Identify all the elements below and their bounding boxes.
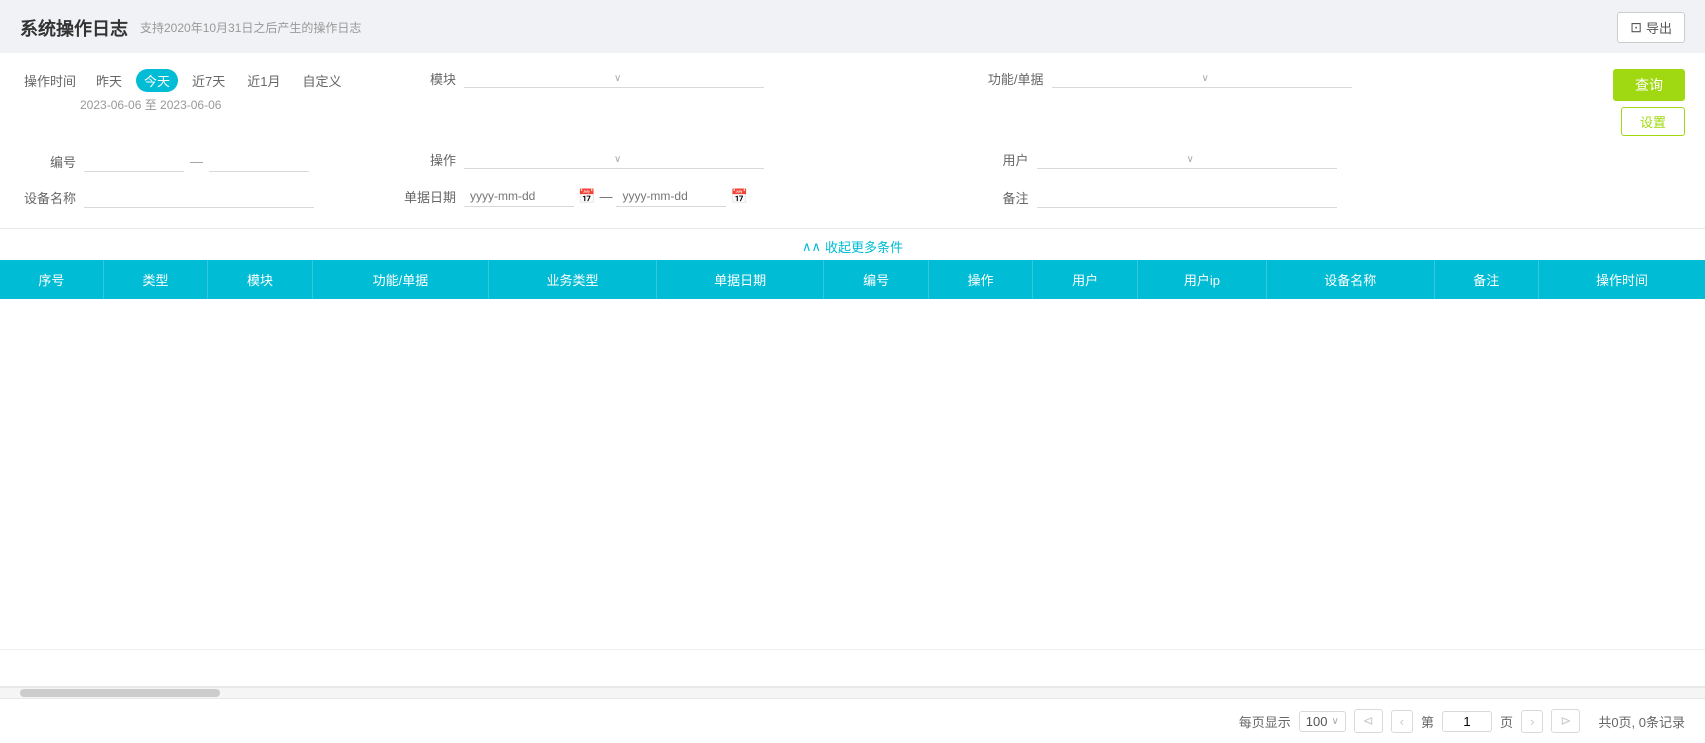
page-prev-button[interactable]: ‹ <box>1391 710 1413 733</box>
function-filter: 功能/单据 ∨ <box>988 69 1536 88</box>
col-function: 功能/单据 <box>312 260 488 299</box>
col-operation: 操作 <box>928 260 1032 299</box>
col-number: 编号 <box>824 260 928 299</box>
number-separator: — <box>190 154 203 169</box>
page-subtitle: 支持2020年10月31日之后产生的操作日志 <box>140 19 361 36</box>
per-page-label: 每页显示 <box>1239 712 1291 731</box>
col-biz-type: 业务类型 <box>489 260 657 299</box>
user-chevron-icon: ∨ <box>1187 154 1331 165</box>
col-user-ip: 用户ip <box>1137 260 1266 299</box>
time-btn-7days[interactable]: 近7天 <box>184 69 233 92</box>
date-dash: — <box>599 189 612 204</box>
header-left: 系统操作日志 支持2020年10月31日之后产生的操作日志 <box>20 15 361 41</box>
number-input-end[interactable] <box>209 150 309 172</box>
empty-cell <box>0 299 1705 649</box>
number-filter: 编号 — <box>20 150 360 172</box>
export-button[interactable]: ⊡ 导出 <box>1617 12 1685 43</box>
page-size-select[interactable]: 100 ∨ <box>1299 711 1346 732</box>
col-operation-time: 操作时间 <box>1539 260 1705 299</box>
operation-label: 操作 <box>400 150 456 169</box>
scrollbar-thumb[interactable] <box>20 689 220 697</box>
operation-select[interactable]: ∨ <box>464 151 764 169</box>
module-filter: 模块 ∨ <box>400 69 948 88</box>
date-end-input[interactable] <box>616 186 726 207</box>
function-select[interactable]: ∨ <box>1052 70 1352 88</box>
page-size-value: 100 <box>1306 714 1328 729</box>
remark-filter: 备注 <box>973 186 1506 208</box>
time-btn-1month[interactable]: 近1月 <box>239 69 288 92</box>
device-label: 设备名称 <box>20 188 76 207</box>
table-wrapper: 序号 类型 模块 功能/单据 业务类型 单据日期 编号 操作 用户 用户ip 设… <box>0 260 1705 686</box>
collapse-button[interactable]: ∧∧ 收起更多条件 <box>802 237 903 256</box>
voucher-date-filter: 单据日期 📅 — 📅 <box>400 186 933 207</box>
voucher-date-label: 单据日期 <box>400 187 456 206</box>
filter-row-3: 设备名称 单据日期 📅 — 📅 备注 <box>20 186 1685 208</box>
user-filter: 用户 ∨ <box>973 150 1506 169</box>
collapse-label: 收起更多条件 <box>825 237 903 256</box>
col-device-name: 设备名称 <box>1266 260 1434 299</box>
scrollbar-area <box>0 687 1705 699</box>
table-body <box>0 299 1705 649</box>
page-unit: 页 <box>1500 712 1513 731</box>
col-voucher-date: 单据日期 <box>656 260 824 299</box>
export-icon: ⊡ <box>1630 19 1642 36</box>
bottom-area: 每页显示 100 ∨ ⊲ ‹ 第 页 › ⊳ 共0页, 0条记录 <box>0 686 1705 743</box>
page-next-button[interactable]: › <box>1521 710 1543 733</box>
table-header: 序号 类型 模块 功能/单据 业务类型 单据日期 编号 操作 用户 用户ip 设… <box>0 260 1705 299</box>
col-module: 模块 <box>208 260 312 299</box>
collapse-row: ∧∧ 收起更多条件 <box>0 229 1705 260</box>
empty-row <box>0 299 1705 649</box>
module-select[interactable]: ∨ <box>464 70 764 88</box>
time-btn-custom[interactable]: 自定义 <box>295 69 350 92</box>
filter-row-1: 操作时间 昨天 今天 近7天 近1月 自定义 2023-06-06 至 2023… <box>20 69 1685 136</box>
time-btn-yesterday[interactable]: 昨天 <box>88 69 130 92</box>
device-input[interactable] <box>84 186 314 208</box>
collapse-up-icon: ∧∧ <box>802 239 821 255</box>
date-range: 📅 — 📅 <box>464 186 748 207</box>
col-type: 类型 <box>103 260 207 299</box>
page-number-input[interactable] <box>1442 711 1492 732</box>
col-index: 序号 <box>0 260 103 299</box>
operation-time-filter: 操作时间 昨天 今天 近7天 近1月 自定义 2023-06-06 至 2023… <box>20 69 360 113</box>
table-header-row: 序号 类型 模块 功能/单据 业务类型 单据日期 编号 操作 用户 用户ip 设… <box>0 260 1705 299</box>
pagination: 每页显示 100 ∨ ⊲ ‹ 第 页 › ⊳ 共0页, 0条记录 <box>0 699 1705 743</box>
user-select[interactable]: ∨ <box>1037 151 1337 169</box>
col-user: 用户 <box>1033 260 1137 299</box>
time-btn-today[interactable]: 今天 <box>136 69 178 92</box>
module-label: 模块 <box>400 69 456 88</box>
remark-input[interactable] <box>1037 186 1337 208</box>
page-title: 系统操作日志 <box>20 15 128 41</box>
calendar-end-icon[interactable]: 📅 <box>730 188 747 205</box>
query-button[interactable]: 查询 <box>1613 69 1685 101</box>
calendar-start-icon[interactable]: 📅 <box>578 188 595 205</box>
remark-label: 备注 <box>973 188 1029 207</box>
device-filter: 设备名称 <box>20 186 360 208</box>
function-chevron-icon: ∨ <box>1202 73 1346 84</box>
data-table: 序号 类型 模块 功能/单据 业务类型 单据日期 编号 操作 用户 用户ip 设… <box>0 260 1705 650</box>
export-label: 导出 <box>1646 18 1672 37</box>
number-input-start[interactable] <box>84 150 184 172</box>
user-label: 用户 <box>973 150 1029 169</box>
total-text: 共0页, 0条记录 <box>1598 712 1685 731</box>
operation-time-label: 操作时间 <box>20 71 76 90</box>
page-last-button[interactable]: ⊳ <box>1551 709 1580 733</box>
settings-button[interactable]: 设置 <box>1621 107 1685 136</box>
page-size-chevron-icon: ∨ <box>1331 716 1338 727</box>
function-label: 功能/单据 <box>988 69 1044 88</box>
module-chevron-icon: ∨ <box>614 73 758 84</box>
col-remark: 备注 <box>1434 260 1538 299</box>
page-first-button[interactable]: ⊲ <box>1354 709 1383 733</box>
time-range-display: 2023-06-06 至 2023-06-06 <box>80 96 221 113</box>
number-label: 编号 <box>20 152 76 171</box>
date-start-input[interactable] <box>464 186 574 207</box>
filter-area: 操作时间 昨天 今天 近7天 近1月 自定义 2023-06-06 至 2023… <box>0 53 1705 229</box>
filter-row-2: 编号 — 操作 ∨ 用户 ∨ <box>20 150 1685 172</box>
page-label: 第 <box>1421 712 1434 731</box>
operation-filter: 操作 ∨ <box>400 150 933 169</box>
action-buttons: 查询 设置 <box>1565 69 1685 136</box>
operation-chevron-icon: ∨ <box>614 154 758 165</box>
time-buttons: 昨天 今天 近7天 近1月 自定义 <box>88 69 350 92</box>
page-header: 系统操作日志 支持2020年10月31日之后产生的操作日志 ⊡ 导出 <box>0 0 1705 53</box>
